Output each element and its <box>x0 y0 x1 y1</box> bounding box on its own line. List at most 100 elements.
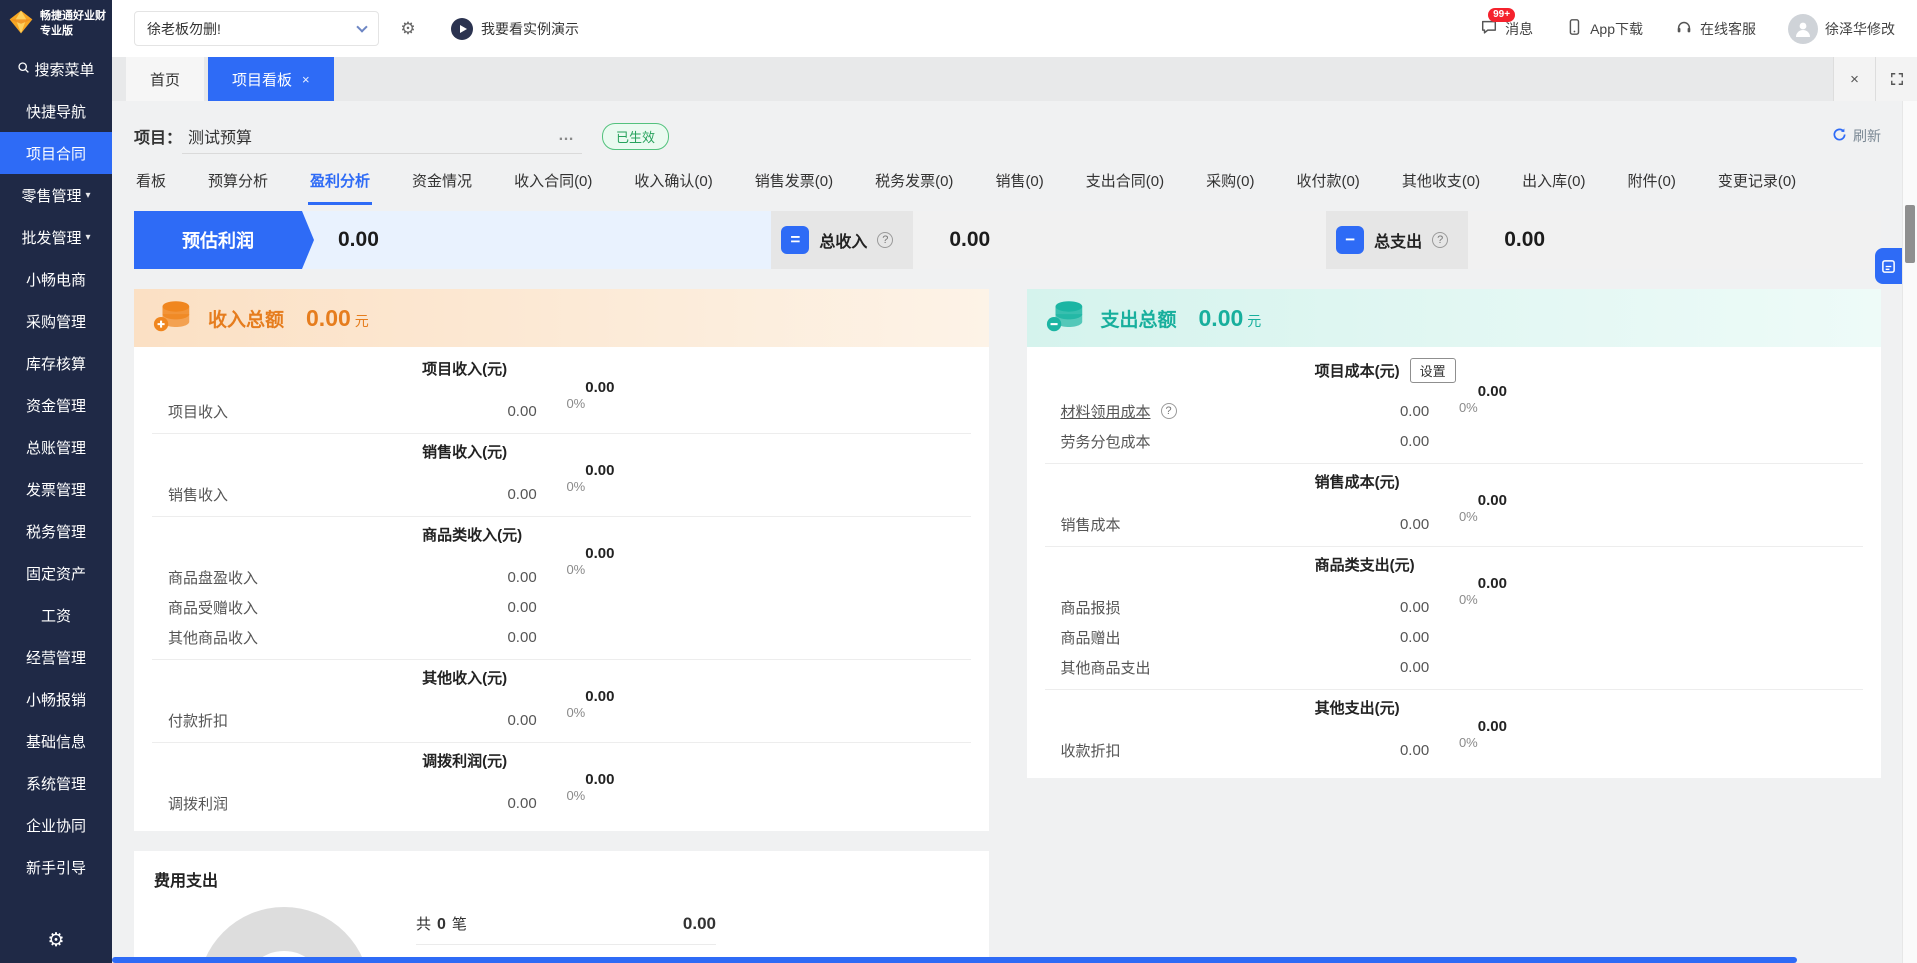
detail-value: 0.00 <box>1399 402 1430 420</box>
nav-tab[interactable]: 采购(0) <box>1204 159 1256 205</box>
group-row: 调拨利润(元) 0.00 0% <box>152 750 971 803</box>
sidebar-item[interactable]: 快捷导航 <box>0 90 112 132</box>
sidebar-item[interactable]: 搜索菜单 <box>0 48 112 90</box>
nav-tab[interactable]: 预算分析 <box>206 159 270 205</box>
sidebar-item[interactable]: 新手引导 <box>0 846 112 888</box>
sidebar-item[interactable]: 采购管理 <box>0 300 112 342</box>
demo-link[interactable]: 我要看实例演示 <box>451 17 579 40</box>
nav-tab[interactable]: 资金情况 <box>410 159 474 205</box>
group-label: 商品类支出(元) <box>1315 554 1593 575</box>
nav-tab[interactable]: 其他收支(0) <box>1400 159 1482 205</box>
settings-button[interactable]: 设置 <box>1409 358 1456 383</box>
detail-value: 0.00 <box>1399 658 1430 676</box>
tab-home[interactable]: 首页 <box>126 57 205 101</box>
detail-label-text: 其他商品收入 <box>168 629 259 647</box>
percent-label: 0% <box>1458 400 1478 415</box>
group-row: 其他支出(元) 0.00 0% <box>1045 697 1864 750</box>
online-service-label: 在线客服 <box>1700 20 1756 37</box>
group-row: 销售收入(元) 0.00 0% <box>152 441 971 494</box>
phone-icon <box>1565 18 1583 39</box>
sidebar-item-label: 批发管理 <box>21 229 82 247</box>
nav-tab[interactable]: 变更记录(0) <box>1716 159 1798 205</box>
detail-label-text: 其他商品支出 <box>1060 659 1151 677</box>
nav-tab[interactable]: 收入确认(0) <box>632 159 714 205</box>
group-label: 销售收入(元) <box>422 441 700 462</box>
income-total-value: 0.00 <box>306 304 351 331</box>
scrollbar-thumb[interactable] <box>1905 205 1915 263</box>
nav-tab[interactable]: 收入合同(0) <box>512 159 594 205</box>
sidebar-item[interactable]: 经营管理 <box>0 636 112 678</box>
nav-tab[interactable]: 税务发票(0) <box>873 159 955 205</box>
nav-tab[interactable]: 附件(0) <box>1626 159 1678 205</box>
nav-tab[interactable]: 盈利分析 <box>308 159 373 205</box>
project-select-field[interactable]: 测试预算 … <box>182 119 583 154</box>
info-icon[interactable]: ? <box>1160 403 1177 419</box>
horizontal-scrollbar[interactable] <box>112 957 1797 963</box>
detail-label-text: 商品受赠收入 <box>168 599 259 617</box>
more-ellipsis-icon[interactable]: … <box>558 127 576 145</box>
detail-label: 商品赠出 <box>1045 627 1323 648</box>
company-select[interactable]: 徐老板勿删! <box>134 11 379 46</box>
user-menu[interactable]: 徐泽华修改 <box>1788 13 1895 44</box>
nav-tab[interactable]: 收付款(0) <box>1294 159 1361 205</box>
expense-coins-icon <box>1045 299 1087 337</box>
sidebar-item[interactable]: 小畅报销 <box>0 678 112 720</box>
nav-tab[interactable]: 出入库(0) <box>1520 159 1587 205</box>
detail-label-text: 收款折扣 <box>1060 742 1121 760</box>
topbar-gear-icon[interactable]: ⚙ <box>391 12 425 46</box>
sidebar-item[interactable]: 税务管理 <box>0 510 112 552</box>
income-panel: 收入总额 0.00 元 项目收入(元) 0.00 0% 项目收入 0.00 销售收入(元)… <box>134 289 989 831</box>
content: 项目： 测试预算 … 已生效 刷新 看板 预算分析 盈利分析 资金情况 收入合同(0) 收… <box>112 101 1917 963</box>
sidebar-item[interactable]: 项目合同 <box>0 132 112 174</box>
income-info-icon[interactable]: ? <box>877 232 894 248</box>
sidebar-item[interactable]: 总账管理 <box>0 426 112 468</box>
sidebar-item[interactable]: 小畅电商 <box>0 258 112 300</box>
income-total-unit: 元 <box>354 312 369 329</box>
nav-tab[interactable]: 销售(0) <box>993 159 1045 205</box>
group-label-text: 其他收入(元) <box>422 670 508 687</box>
nav-tab[interactable]: 看板 <box>134 159 168 205</box>
online-service-button[interactable]: 在线客服 <box>1675 18 1756 39</box>
estimated-profit-button[interactable]: 预估利润 <box>134 211 314 269</box>
sidebar-item[interactable]: 批发管理 ▾ <box>0 216 112 258</box>
sidebar-item[interactable]: 工资 <box>0 594 112 636</box>
income-panel-body: 项目收入(元) 0.00 0% 项目收入 0.00 销售收入(元) 0.00 0% 销售收入 0.… <box>134 347 989 831</box>
sidebar-item-label: 发票管理 <box>25 481 86 499</box>
fee-count-value: 0 <box>437 916 446 933</box>
detail-row: 商品受赠收入 0.00 <box>152 592 971 622</box>
tab-close-icon[interactable]: × <box>302 72 310 87</box>
group-label-text: 调拨利润(元) <box>422 753 508 770</box>
tab-project-board[interactable]: 项目看板 × <box>208 57 334 101</box>
side-panel-toggle[interactable] <box>1875 248 1902 284</box>
messages-button[interactable]: 99+ 消息 <box>1480 8 1533 39</box>
group-value: 0.00 <box>585 462 615 479</box>
app-download-button[interactable]: App下载 <box>1565 18 1643 39</box>
total-income-segment: = 总收入 ? <box>771 211 914 269</box>
detail-label-text[interactable]: 材料领用成本 <box>1061 401 1151 422</box>
nav-tab[interactable]: 支出合同(0) <box>1084 159 1166 205</box>
sidebar-item[interactable]: 系统管理 <box>0 762 112 804</box>
sidebar-settings-gear-icon[interactable]: ⚙ <box>0 917 112 963</box>
sidebar-item[interactable]: 零售管理 ▾ <box>0 174 112 216</box>
sidebar-item[interactable]: 库存核算 <box>0 342 112 384</box>
group-row: 销售成本(元) 0.00 0% <box>1045 471 1864 524</box>
caret-down-icon: ▾ <box>85 231 91 243</box>
vertical-scrollbar[interactable] <box>1902 101 1917 963</box>
sidebar-item[interactable]: 固定资产 <box>0 552 112 594</box>
percent-label: 0% <box>1458 592 1478 607</box>
nav-tab[interactable]: 销售发票(0) <box>753 159 835 205</box>
sidebar-item[interactable]: 资金管理 <box>0 384 112 426</box>
expense-info-icon[interactable]: ? <box>1432 232 1449 248</box>
logo-diamond-icon <box>7 8 35 40</box>
refresh-button[interactable]: 刷新 <box>1832 126 1881 146</box>
topbar: 徐老板勿删! ⚙ 我要看实例演示 99+ 消息 App下载 在线客服 徐泽华修改 <box>112 0 1917 57</box>
logo-line1: 畅捷通好业财 <box>40 9 106 22</box>
detail-label: 销售收入 <box>152 484 430 505</box>
sidebar-item[interactable]: 企业协同 <box>0 804 112 846</box>
sidebar-item[interactable]: 发票管理 <box>0 468 112 510</box>
detail-label-text: 项目收入 <box>168 403 229 421</box>
logo-text: 畅捷通好业财 专业版 <box>40 9 106 40</box>
sidebar-item[interactable]: 基础信息 <box>0 720 112 762</box>
close-all-tabs-icon[interactable]: × <box>1833 57 1875 101</box>
fullscreen-icon[interactable] <box>1875 57 1917 101</box>
